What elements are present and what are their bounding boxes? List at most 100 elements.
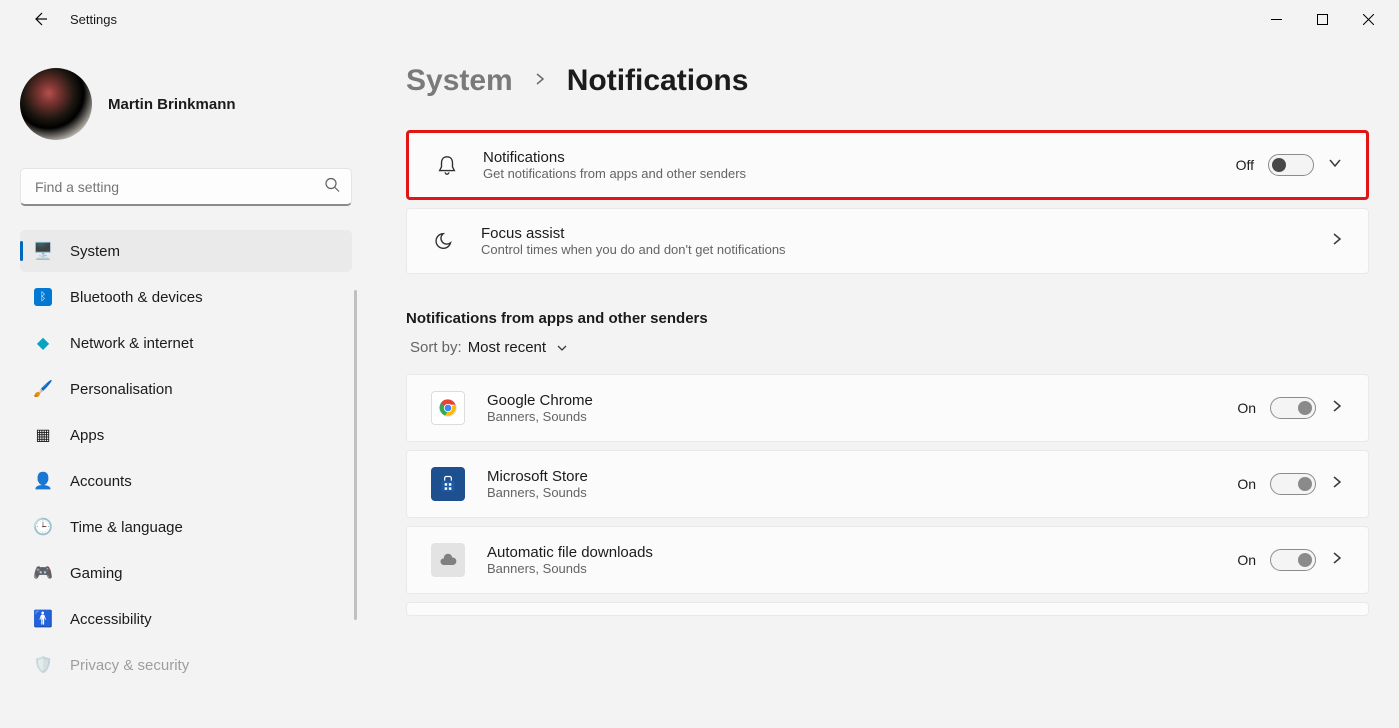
clock-icon: 🕒: [34, 518, 52, 536]
app-sub: Banners, Sounds: [487, 409, 1215, 424]
card-subtitle: Get notifications from apps and other se…: [483, 166, 1214, 181]
sidebar-item-system[interactable]: 🖥️ System: [20, 230, 352, 272]
accessibility-icon: 🚹: [34, 610, 52, 628]
section-heading: Notifications from apps and other sender…: [406, 310, 1369, 327]
sidebar-item-label: System: [70, 243, 120, 260]
sidebar-item-label: Privacy & security: [70, 657, 189, 674]
apps-icon: ▦: [34, 426, 52, 444]
card-subtitle: Control times when you do and don't get …: [481, 242, 1308, 257]
chevron-right-icon[interactable]: [1330, 399, 1344, 418]
arrow-left-icon: [32, 11, 48, 27]
maximize-icon: [1317, 14, 1328, 25]
wifi-icon: ◆: [34, 334, 52, 352]
search-input[interactable]: [20, 168, 352, 206]
toggle-knob: [1298, 553, 1312, 567]
app-name: Automatic file downloads: [487, 544, 1215, 561]
bell-icon: [433, 154, 461, 176]
window-controls: [1253, 4, 1391, 34]
nav-list: 🖥️ System ᛒ Bluetooth & devices ◆ Network &…: [20, 230, 360, 686]
app-toggle[interactable]: [1270, 549, 1316, 571]
sidebar-item-accounts[interactable]: 👤 Accounts: [20, 460, 352, 502]
sidebar-item-label: Gaming: [70, 565, 123, 582]
sidebar-item-label: Network & internet: [70, 335, 193, 352]
search-wrap: [20, 168, 352, 206]
avatar: [20, 68, 92, 140]
focus-assist-card[interactable]: Focus assist Control times when you do a…: [406, 208, 1369, 274]
sidebar-item-personalisation[interactable]: 🖌️Personalisation: [20, 368, 352, 410]
title-bar: Settings: [0, 0, 1399, 38]
sidebar-item-privacy[interactable]: 🛡️ Privacy & security: [20, 644, 352, 686]
card-title: Focus assist: [481, 225, 1308, 242]
card-title: Notifications: [483, 149, 1214, 166]
app-card-chrome[interactable]: Google Chrome Banners, Sounds On: [406, 374, 1369, 442]
minimize-button[interactable]: [1253, 4, 1299, 34]
sidebar-item-label: Personalisation: [70, 381, 173, 398]
sidebar-item-gaming[interactable]: 🎮 Gaming: [20, 552, 352, 594]
gamepad-icon: 🎮: [34, 564, 52, 582]
card-body: Focus assist Control times when you do a…: [481, 225, 1308, 257]
toggle-label: On: [1237, 400, 1256, 416]
sort-value: Most recent: [468, 339, 546, 356]
sidebar: Martin Brinkmann 🖥️ System ᛒ Bluetooth & d…: [0, 38, 360, 728]
toggle-knob: [1272, 158, 1286, 172]
toggle-label: On: [1237, 476, 1256, 492]
chevron-down-icon[interactable]: [1328, 156, 1342, 175]
minimize-icon: [1271, 14, 1282, 25]
chevron-right-icon[interactable]: [1330, 551, 1344, 570]
app-toggle[interactable]: [1270, 397, 1316, 419]
app-card-store[interactable]: Microsoft Store Banners, Sounds On: [406, 450, 1369, 518]
sidebar-item-bluetooth[interactable]: ᛒ Bluetooth & devices: [20, 276, 352, 318]
sidebar-item-accessibility[interactable]: 🚹 Accessibility: [20, 598, 352, 640]
toggle-label: On: [1237, 552, 1256, 568]
user-name: Martin Brinkmann: [108, 96, 236, 113]
chrome-icon: [431, 391, 465, 425]
profile-block[interactable]: Martin Brinkmann: [20, 68, 360, 140]
app-toggle[interactable]: [1270, 473, 1316, 495]
shield-icon: 🛡️: [34, 656, 52, 674]
breadcrumb-parent[interactable]: System: [406, 64, 513, 98]
notifications-toggle[interactable]: [1268, 154, 1314, 176]
breadcrumb-current: Notifications: [567, 64, 749, 98]
card-body: Automatic file downloads Banners, Sounds: [487, 544, 1215, 576]
notifications-card[interactable]: Notifications Get notifications from app…: [406, 130, 1369, 200]
close-button[interactable]: [1345, 4, 1391, 34]
card-controls: On: [1237, 549, 1344, 571]
sidebar-item-apps[interactable]: ▦ Apps: [20, 414, 352, 456]
sidebar-scrollbar[interactable]: [354, 290, 357, 620]
app-name: Microsoft Store: [487, 468, 1215, 485]
chevron-right-icon[interactable]: [1330, 232, 1344, 251]
close-icon: [1363, 14, 1374, 25]
card-body: Notifications Get notifications from app…: [483, 149, 1214, 181]
sidebar-item-label: Time & language: [70, 519, 183, 536]
chevron-right-icon: [533, 72, 547, 91]
app-sub: Banners, Sounds: [487, 561, 1215, 576]
card-controls: On: [1237, 397, 1344, 419]
app-card-partial[interactable]: [406, 602, 1369, 616]
search-icon: [324, 177, 340, 198]
app-name: Google Chrome: [487, 392, 1215, 409]
chevron-right-icon[interactable]: [1330, 475, 1344, 494]
sidebar-item-label: Bluetooth & devices: [70, 289, 203, 306]
toggle-knob: [1298, 477, 1312, 491]
cloud-icon: [431, 543, 465, 577]
sidebar-item-label: Accessibility: [70, 611, 152, 628]
card-controls: [1330, 232, 1344, 251]
card-body: Microsoft Store Banners, Sounds: [487, 468, 1215, 500]
toggle-label: Off: [1236, 157, 1254, 173]
sidebar-item-network[interactable]: ◆ Network & internet: [20, 322, 352, 364]
toggle-knob: [1298, 401, 1312, 415]
display-icon: 🖥️: [34, 242, 52, 260]
sort-dropdown[interactable]: Sort by: Most recent: [410, 339, 1369, 356]
person-icon: 👤: [34, 472, 52, 490]
sidebar-item-time[interactable]: 🕒 Time & language: [20, 506, 352, 548]
store-icon: [431, 467, 465, 501]
sidebar-item-label: Accounts: [70, 473, 132, 490]
app-card-downloads[interactable]: Automatic file downloads Banners, Sounds…: [406, 526, 1369, 594]
moon-icon: [431, 230, 459, 252]
bluetooth-icon: ᛒ: [34, 288, 52, 306]
sidebar-item-label: Apps: [70, 427, 104, 444]
app-sub: Banners, Sounds: [487, 485, 1215, 500]
card-controls: Off: [1236, 154, 1342, 176]
back-button[interactable]: [20, 4, 60, 34]
maximize-button[interactable]: [1299, 4, 1345, 34]
